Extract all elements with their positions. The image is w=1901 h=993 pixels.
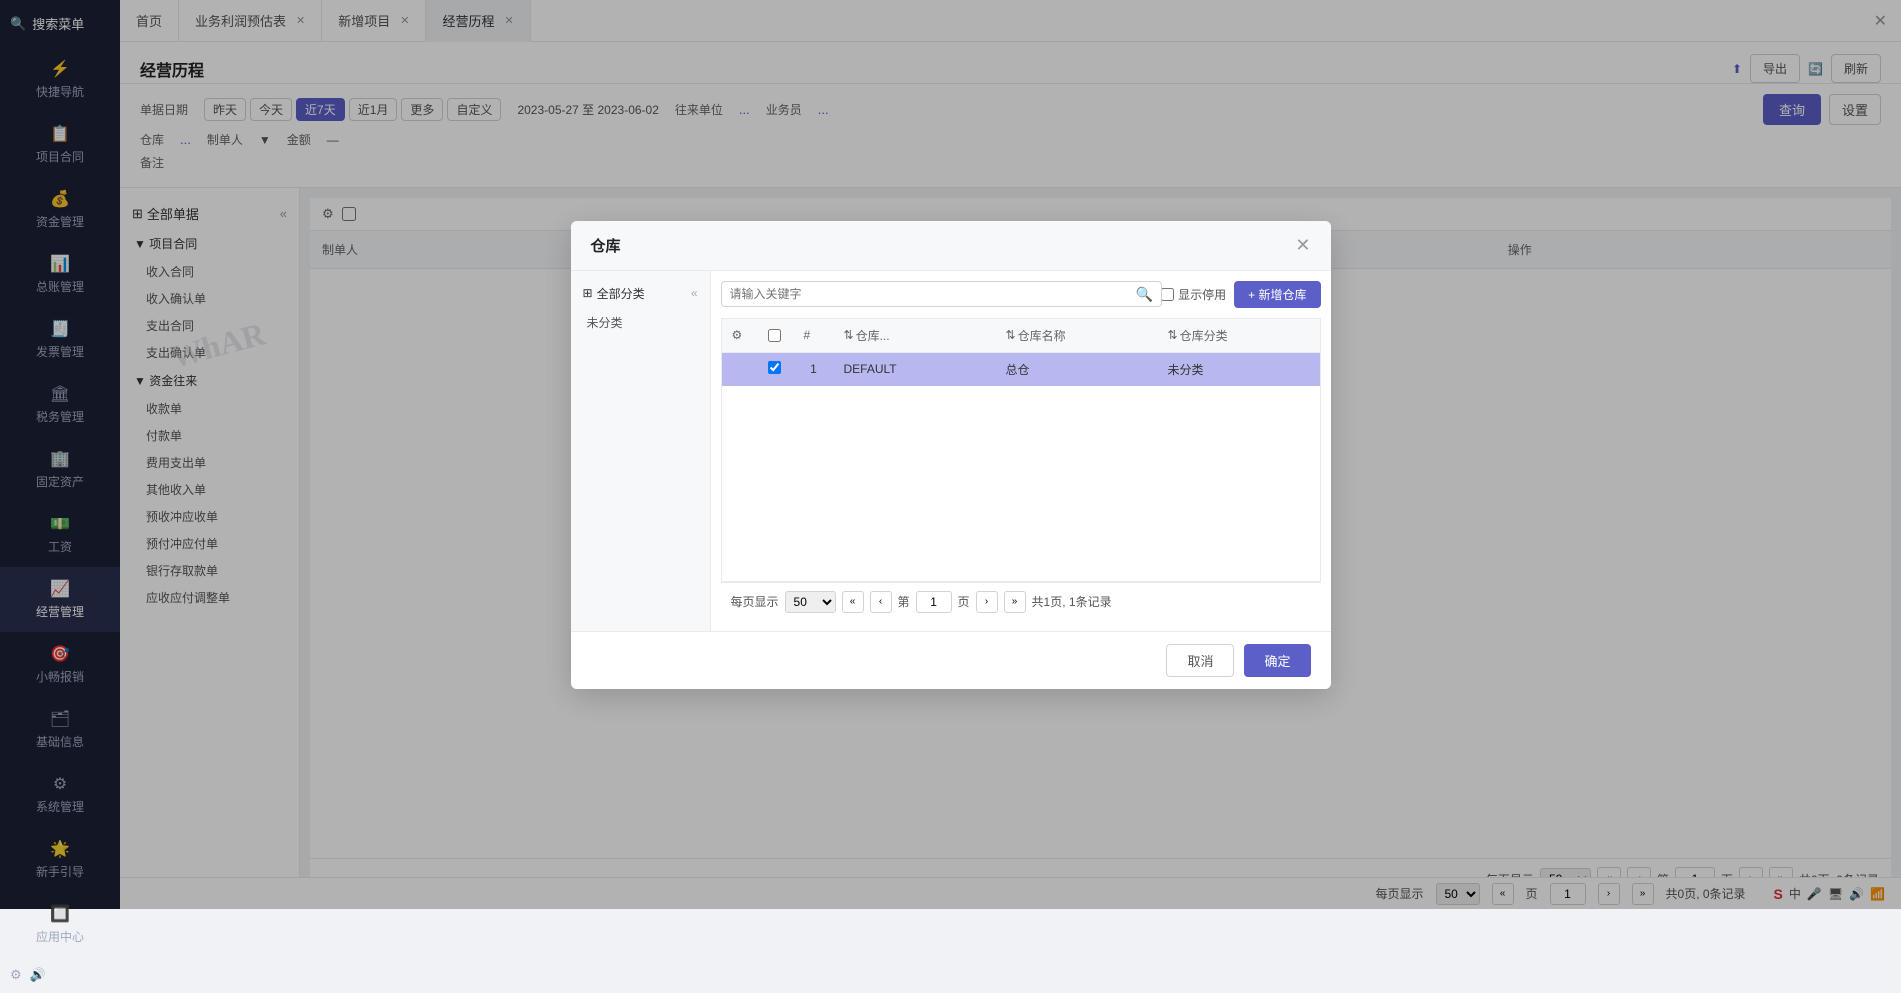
modal-total-info: 共1页, 1条记录	[1032, 593, 1112, 610]
modal-close-btn[interactable]: ✕	[1295, 235, 1310, 256]
modal-th-category: ⇅ 仓库分类	[1158, 319, 1320, 352]
modal-page-size-select[interactable]: 501020100	[785, 591, 836, 613]
modal-next-page-btn[interactable]: ›	[976, 591, 998, 613]
modal-pagination: 每页显示 501020100 « ‹ 第 页 › » 共1页, 1条记录	[731, 591, 1112, 613]
confirm-button[interactable]: 确定	[1244, 644, 1310, 677]
show-disabled-text: 显示停用	[1178, 286, 1226, 303]
modal-search-bar: 🔍 显示停用 + 新增仓库	[721, 281, 1321, 308]
sort-icon-name: ⇅	[1006, 328, 1016, 342]
modal-body: ⊞ 全部分类 « 未分类 🔍 显示停用 + 新增仓库	[571, 271, 1331, 631]
modal-prev-page-btn[interactable]: ‹	[870, 591, 892, 613]
modal-title: 仓库	[591, 235, 621, 256]
sidebar-volume-icon[interactable]: 🔊	[30, 967, 46, 983]
row-settings	[722, 361, 758, 377]
modal-footer: 每页显示 501020100 « ‹ 第 页 › » 共1页, 1条记录	[721, 582, 1321, 621]
modal-search-icon: 🔍	[1136, 286, 1153, 303]
modal-last-page-btn[interactable]: »	[1004, 591, 1026, 613]
modal-page-suffix: 页	[958, 593, 970, 610]
modal-table-header: ⚙ # ⇅ 仓库... ⇅ 仓库名称 ⇅ 仓库分类	[721, 318, 1321, 352]
show-disabled-checkbox[interactable]	[1161, 288, 1174, 301]
sort-icon-category: ⇅	[1168, 328, 1178, 342]
modal-table-body: 1 DEFAULT 总仓 未分类	[721, 352, 1321, 582]
modal-page-number-input[interactable]	[916, 591, 952, 613]
modal-left-item-uncategorized[interactable]: 未分类	[571, 306, 710, 339]
modal-th-name: ⇅ 仓库名称	[996, 319, 1158, 352]
modal-th-settings: ⚙	[722, 319, 758, 352]
row-name: 总仓	[996, 353, 1158, 386]
warehouse-modal: 仓库 ✕ ⊞ 全部分类 « 未分类 🔍 显示	[571, 221, 1331, 689]
sidebar-bottom: ⚙ 🔊	[0, 957, 120, 993]
modal-first-page-btn[interactable]: «	[842, 591, 864, 613]
table-row[interactable]: 1 DEFAULT 总仓 未分类	[722, 353, 1320, 386]
row-select-checkbox[interactable]	[768, 361, 781, 374]
show-disabled-label[interactable]: 显示停用	[1161, 286, 1226, 303]
row-checkbox[interactable]	[758, 353, 794, 385]
modal-header: 仓库 ✕	[571, 221, 1331, 271]
sort-icon: ⇅	[844, 328, 854, 342]
modal-page-label: 第	[898, 593, 910, 610]
modal-left-panel: ⊞ 全部分类 « 未分类	[571, 271, 711, 631]
modal-right-panel: 🔍 显示停用 + 新增仓库 ⚙ # ⇅ 仓库...	[711, 271, 1331, 631]
cancel-button[interactable]: 取消	[1166, 644, 1234, 677]
modal-th-code: ⇅ 仓库...	[834, 319, 996, 352]
modal-left-grid-icon: ⊞	[583, 286, 593, 300]
row-category: 未分类	[1158, 353, 1320, 386]
add-warehouse-button[interactable]: + 新增仓库	[1234, 281, 1320, 308]
row-code: DEFAULT	[834, 354, 996, 384]
modal-action-bar: 取消 确定	[571, 631, 1331, 689]
row-num: 1	[794, 354, 834, 384]
modal-page-size-label: 每页显示	[731, 593, 779, 610]
warehouse-search-input[interactable]	[721, 281, 1162, 307]
sidebar-item-label: 应用中心	[36, 928, 84, 945]
sidebar-settings-icon[interactable]: ⚙	[10, 967, 22, 983]
modal-th-num: #	[794, 319, 834, 352]
modal-left-header: ⊞ 全部分类 «	[571, 281, 710, 306]
modal-th-checkbox	[758, 319, 794, 352]
modal-left-title: 全部分类	[597, 285, 645, 302]
modal-left-collapse-btn[interactable]: «	[691, 286, 698, 300]
modal-header-checkbox[interactable]	[768, 329, 781, 342]
